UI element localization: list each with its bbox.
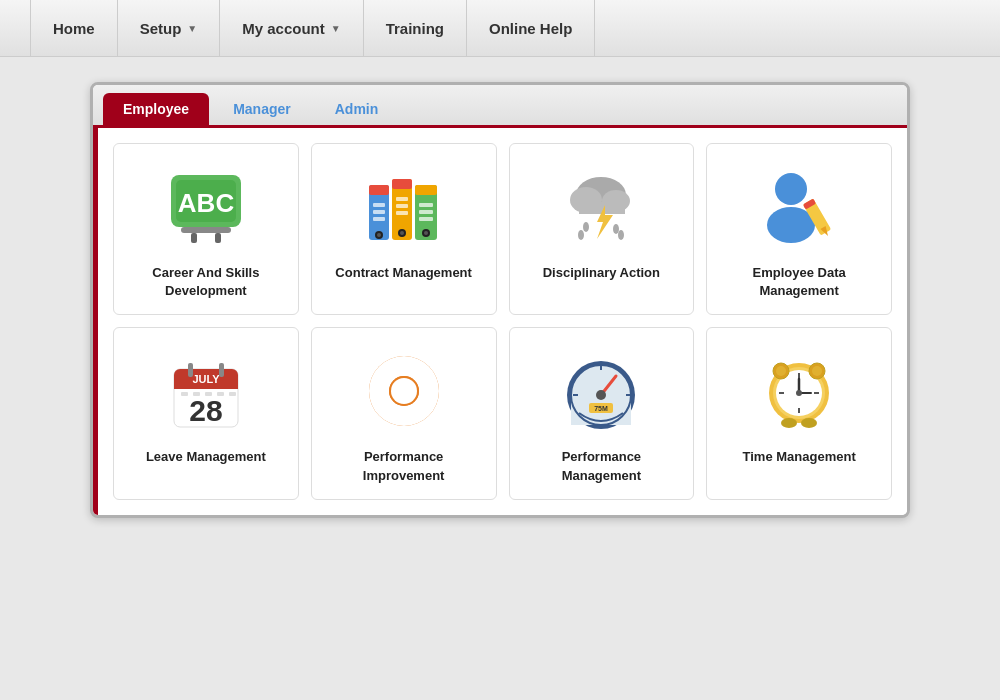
tab-manager[interactable]: Manager (213, 93, 311, 125)
svg-rect-17 (396, 211, 408, 215)
module-leave-mgmt[interactable]: JULY 28 (113, 327, 299, 499)
module-time-mgmt[interactable]: Time Management (706, 327, 892, 499)
module-perf-improve[interactable]: Performance Improvement (311, 327, 497, 499)
svg-text:28: 28 (189, 394, 222, 427)
tab-employee[interactable]: Employee (103, 93, 209, 125)
storm-icon (556, 162, 646, 252)
module-disciplinary-label: Disciplinary Action (543, 264, 660, 282)
svg-rect-47 (181, 392, 188, 396)
binders-icon (359, 162, 449, 252)
module-employee-data-label: Employee Data Management (719, 264, 879, 300)
svg-point-66 (596, 390, 606, 400)
main-card: Employee Manager Admin (90, 82, 910, 518)
module-contract-mgmt-label: Contract Management (335, 264, 472, 282)
svg-point-80 (776, 366, 786, 376)
lifebuoy-icon (359, 346, 449, 436)
abc-board-icon: ABC (161, 162, 251, 252)
tab-admin[interactable]: Admin (315, 93, 399, 125)
svg-point-36 (775, 173, 807, 205)
svg-point-26 (424, 231, 428, 235)
svg-rect-5 (215, 233, 221, 243)
svg-rect-4 (191, 233, 197, 243)
svg-rect-21 (415, 185, 437, 195)
calendar-icon: JULY 28 (161, 346, 251, 436)
card-body: ABC Career And Skills Development (93, 128, 907, 515)
svg-point-33 (613, 224, 619, 234)
svg-rect-46 (219, 363, 224, 377)
module-time-mgmt-label: Time Management (743, 448, 856, 466)
svg-rect-24 (419, 217, 433, 221)
clock-icon (754, 346, 844, 436)
tab-bar: Employee Manager Admin (93, 85, 907, 128)
svg-text:JULY: JULY (192, 373, 220, 385)
svg-text:75M: 75M (595, 405, 609, 412)
svg-rect-22 (419, 203, 433, 207)
top-navigation: Home Setup ▼ My account ▼ Training Onlin… (0, 0, 1000, 57)
module-perf-mgmt[interactable]: 75M Performance Management (509, 327, 695, 499)
user-edit-icon (754, 162, 844, 252)
svg-point-35 (618, 230, 624, 240)
svg-rect-51 (229, 392, 236, 396)
module-leave-mgmt-label: Leave Management (146, 448, 266, 466)
nav-online-help-label: Online Help (489, 20, 572, 37)
module-career-skills-label: Career And Skills Development (126, 264, 286, 300)
svg-point-57 (391, 378, 417, 404)
svg-point-34 (578, 230, 584, 240)
nav-training[interactable]: Training (364, 0, 467, 56)
nav-setup[interactable]: Setup ▼ (118, 0, 221, 56)
svg-point-83 (781, 418, 797, 428)
module-perf-mgmt-label: Performance Management (522, 448, 682, 484)
svg-point-19 (400, 231, 404, 235)
module-disciplinary[interactable]: Disciplinary Action (509, 143, 695, 315)
svg-text:ABC: ABC (178, 188, 235, 218)
svg-point-32 (583, 222, 589, 232)
module-employee-data[interactable]: Employee Data Management (706, 143, 892, 315)
svg-rect-23 (419, 210, 433, 214)
nav-online-help[interactable]: Online Help (467, 0, 595, 56)
nav-setup-label: Setup (140, 20, 182, 37)
svg-rect-9 (373, 210, 385, 214)
nav-my-account-label: My account (242, 20, 325, 37)
svg-rect-45 (188, 363, 193, 377)
svg-rect-14 (392, 179, 412, 189)
svg-point-84 (801, 418, 817, 428)
nav-home-label: Home (53, 20, 95, 37)
module-grid: ABC Career And Skills Development (113, 143, 892, 500)
module-perf-improve-label: Performance Improvement (324, 448, 484, 484)
svg-rect-15 (396, 197, 408, 201)
nav-setup-arrow: ▼ (187, 23, 197, 34)
nav-my-account[interactable]: My account ▼ (220, 0, 363, 56)
svg-point-82 (812, 366, 822, 376)
svg-point-12 (377, 233, 381, 237)
svg-rect-16 (396, 204, 408, 208)
main-area: Employee Manager Admin (0, 57, 1000, 700)
svg-rect-7 (369, 185, 389, 195)
module-career-skills[interactable]: ABC Career And Skills Development (113, 143, 299, 315)
svg-rect-8 (373, 203, 385, 207)
nav-my-account-arrow: ▼ (331, 23, 341, 34)
nav-home[interactable]: Home (30, 0, 118, 56)
svg-point-78 (796, 390, 802, 396)
nav-training-label: Training (386, 20, 444, 37)
svg-rect-3 (181, 227, 231, 233)
svg-rect-10 (373, 217, 385, 221)
gauge-icon: 75M (556, 346, 646, 436)
module-contract-mgmt[interactable]: Contract Management (311, 143, 497, 315)
